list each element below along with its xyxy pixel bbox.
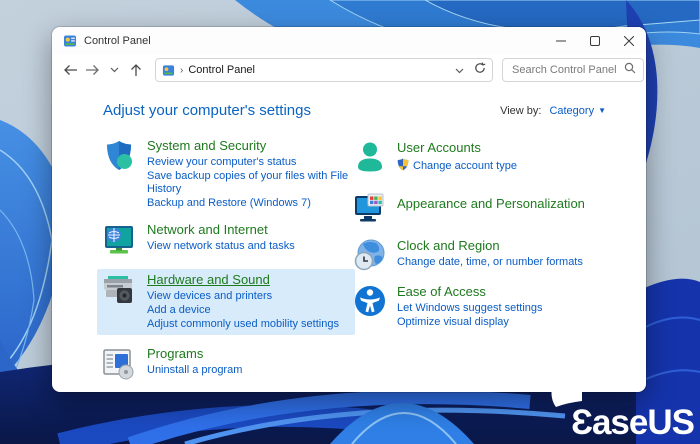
uac-shield-icon <box>397 158 409 175</box>
view-by-label: View by: <box>500 104 542 117</box>
category-column-right: User Accounts Change account type Appear… <box>349 137 613 333</box>
category-user-accounts: User Accounts Change account type <box>349 137 613 179</box>
user-accounts-icon[interactable] <box>353 140 387 174</box>
chevron-down-icon: ▼ <box>598 106 606 115</box>
link-add-a-device[interactable]: Add a device <box>147 304 339 317</box>
category-system-and-security: System and Security Review your computer… <box>97 135 355 214</box>
link-change-date-time-formats[interactable]: Change date, time, or number formats <box>397 256 583 269</box>
appearance-and-personalization-icon[interactable] <box>353 192 387 226</box>
close-button[interactable] <box>612 27 646 54</box>
easeus-logo-text: ƐaseUS <box>571 403 695 442</box>
maximize-button[interactable] <box>578 27 612 54</box>
breadcrumb-separator-icon: › <box>180 64 184 76</box>
ease-of-access-icon[interactable] <box>353 284 387 318</box>
category-title-hardware-and-sound[interactable]: Hardware and Sound <box>147 272 339 288</box>
category-title-user-accounts[interactable]: User Accounts <box>397 140 517 156</box>
easeus-watermark: ƐaseUS <box>571 403 695 442</box>
page-title: Adjust your computer's settings <box>103 102 311 119</box>
category-network-and-internet: Network and Internet View network status… <box>97 219 355 261</box>
main-content: Adjust your computer's settings View by:… <box>52 86 646 392</box>
category-title-ease-of-access[interactable]: Ease of Access <box>397 284 543 300</box>
search-input[interactable] <box>510 63 624 77</box>
clock-and-region-icon[interactable] <box>353 238 387 272</box>
programs-icon[interactable] <box>101 346 137 382</box>
refresh-icon[interactable] <box>474 61 486 79</box>
address-dropdown-chevron-icon[interactable] <box>455 61 464 79</box>
category-column-left: System and Security Review your computer… <box>97 135 355 385</box>
navigation-bar: › Control Panel <box>52 54 646 86</box>
category-title-network-and-internet[interactable]: Network and Internet <box>147 222 295 238</box>
minimize-button[interactable] <box>544 27 578 54</box>
link-file-history-backup[interactable]: Save backup copies of your files with Fi… <box>147 170 351 196</box>
network-and-internet-icon[interactable] <box>101 222 137 258</box>
link-change-account-type[interactable]: Change account type <box>397 158 517 175</box>
category-title-appearance-and-personalization[interactable]: Appearance and Personalization <box>397 196 585 212</box>
link-backup-restore-windows7[interactable]: Backup and Restore (Windows 7) <box>147 197 351 210</box>
link-uninstall-a-program[interactable]: Uninstall a program <box>147 364 242 377</box>
link-windows-suggest-settings[interactable]: Let Windows suggest settings <box>397 302 543 315</box>
system-and-security-icon[interactable] <box>101 138 137 174</box>
search-box[interactable] <box>502 58 644 82</box>
control-panel-icon <box>63 34 77 48</box>
up-button[interactable] <box>125 58 147 82</box>
category-clock-and-region: Clock and Region Change date, time, or n… <box>349 235 613 275</box>
back-button[interactable] <box>59 58 81 82</box>
category-title-programs[interactable]: Programs <box>147 346 242 362</box>
link-view-devices-printers[interactable]: View devices and printers <box>147 290 339 303</box>
category-title-system-and-security[interactable]: System and Security <box>147 138 351 154</box>
category-ease-of-access: Ease of Access Let Windows suggest setti… <box>349 281 613 333</box>
link-optimize-visual-display[interactable]: Optimize visual display <box>397 316 543 329</box>
title-bar[interactable]: Control Panel <box>52 27 646 54</box>
link-view-network-status[interactable]: View network status and tasks <box>147 240 295 253</box>
category-title-clock-and-region[interactable]: Clock and Region <box>397 238 583 254</box>
control-panel-icon <box>162 64 175 77</box>
breadcrumb-control-panel[interactable]: Control Panel <box>188 64 255 76</box>
forward-button[interactable] <box>81 58 103 82</box>
link-review-computer-status[interactable]: Review your computer's status <box>147 156 351 169</box>
category-appearance-and-personalization: Appearance and Personalization <box>349 189 613 229</box>
address-bar[interactable]: › Control Panel <box>155 58 493 82</box>
view-by-dropdown[interactable]: Category ▼ <box>549 105 606 117</box>
category-hardware-and-sound[interactable]: Hardware and Sound View devices and prin… <box>97 269 355 335</box>
recent-pages-chevron-icon[interactable] <box>103 58 125 82</box>
link-adjust-mobility-settings[interactable]: Adjust commonly used mobility settings <box>147 318 339 331</box>
search-icon <box>624 61 636 79</box>
hardware-and-sound-icon[interactable] <box>101 272 137 308</box>
category-programs: Programs Uninstall a program <box>97 343 355 385</box>
control-panel-window: Control Panel › Control Panel Search Con… <box>52 27 646 392</box>
window-title: Control Panel <box>84 34 151 47</box>
